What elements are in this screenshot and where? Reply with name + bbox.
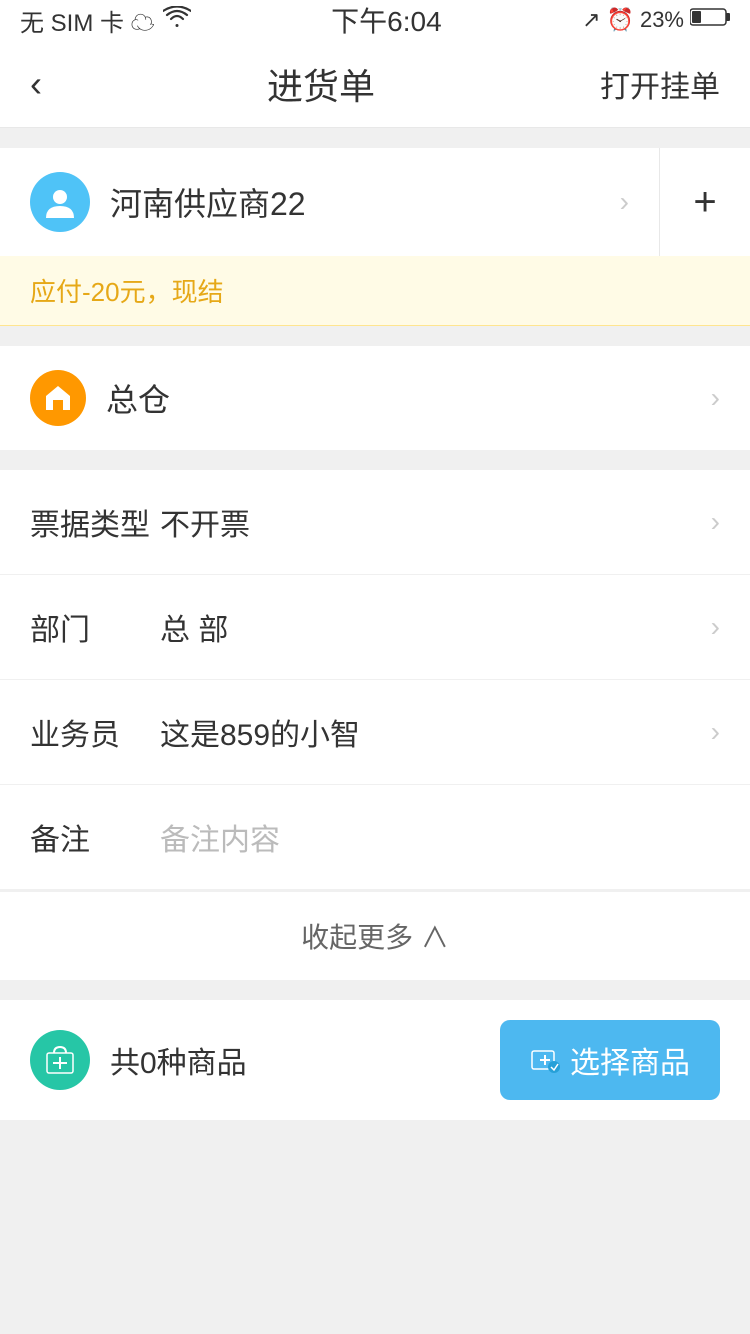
- remark-label: 备注: [30, 815, 160, 859]
- no-sim-text: 无 SIM 卡 ☁: [20, 3, 155, 38]
- battery-icon: [690, 7, 730, 33]
- gap-1: [0, 128, 750, 148]
- nav-bar: ‹ 进货单 打开挂单: [0, 40, 750, 128]
- department-value: 总 部: [160, 605, 701, 649]
- status-time: 下午6:04: [331, 0, 442, 40]
- status-bar: 无 SIM 卡 ☁ 下午6:04 ↗ ⏰ 23%: [0, 0, 750, 40]
- add-supplier-button[interactable]: +: [660, 148, 750, 256]
- dept-chevron-icon: ›: [711, 611, 720, 643]
- gap-3: [0, 450, 750, 470]
- warehouse-icon: [30, 370, 86, 426]
- select-product-label: 选择商品: [570, 1038, 690, 1082]
- page-title: 进货单: [267, 58, 375, 110]
- ticket-chevron-icon: ›: [711, 506, 720, 538]
- supplier-selector[interactable]: 河南供应商22 ›: [0, 148, 660, 256]
- bottom-section: 共0种商品 选择商品: [0, 1000, 750, 1120]
- sales-chevron-icon: ›: [711, 716, 720, 748]
- department-row[interactable]: 部门 总 部 ›: [0, 575, 750, 680]
- salesperson-value: 这是859的小智: [160, 710, 701, 754]
- warehouse-section[interactable]: 总仓 ›: [0, 346, 750, 450]
- gap-2: [0, 326, 750, 346]
- department-label: 部门: [30, 605, 160, 649]
- collapse-section: 收起更多 ∧: [0, 891, 750, 980]
- notice-text: 应付-20元，现结: [30, 277, 224, 307]
- warehouse-name: 总仓: [106, 375, 701, 421]
- back-button[interactable]: ‹: [30, 63, 42, 105]
- salesperson-label: 业务员: [30, 710, 160, 754]
- ticket-type-value: 不开票: [160, 500, 701, 544]
- supplier-avatar: [30, 172, 90, 232]
- salesperson-row[interactable]: 业务员 这是859的小智 ›: [0, 680, 750, 785]
- supplier-section: 河南供应商22 › +: [0, 148, 750, 256]
- ticket-type-row[interactable]: 票据类型 不开票 ›: [0, 470, 750, 575]
- remark-row[interactable]: 备注 备注内容: [0, 785, 750, 889]
- select-product-button[interactable]: 选择商品: [500, 1020, 720, 1100]
- form-section: 票据类型 不开票 › 部门 总 部 › 业务员 这是859的小智 › 备注 备注…: [0, 470, 750, 889]
- warehouse-chevron-icon: ›: [711, 382, 720, 414]
- status-left: 无 SIM 卡 ☁: [20, 3, 191, 38]
- supplier-name: 河南供应商22: [110, 179, 610, 225]
- battery-text: 23%: [640, 7, 684, 33]
- collapse-button[interactable]: 收起更多 ∧: [301, 916, 449, 956]
- alarm-icon: ⏰: [607, 7, 634, 33]
- product-count: 共0种商品: [110, 1038, 480, 1082]
- ticket-type-label: 票据类型: [30, 500, 160, 544]
- open-pending-button[interactable]: 打开挂单: [600, 62, 720, 106]
- status-right: ↗ ⏰ 23%: [582, 7, 730, 33]
- product-icon: [30, 1030, 90, 1090]
- wifi-icon: [163, 6, 191, 35]
- remark-input[interactable]: 备注内容: [160, 815, 720, 859]
- supplier-chevron-icon: ›: [620, 186, 629, 218]
- location-icon: ↗: [582, 7, 600, 33]
- notice-bar: 应付-20元，现结: [0, 256, 750, 326]
